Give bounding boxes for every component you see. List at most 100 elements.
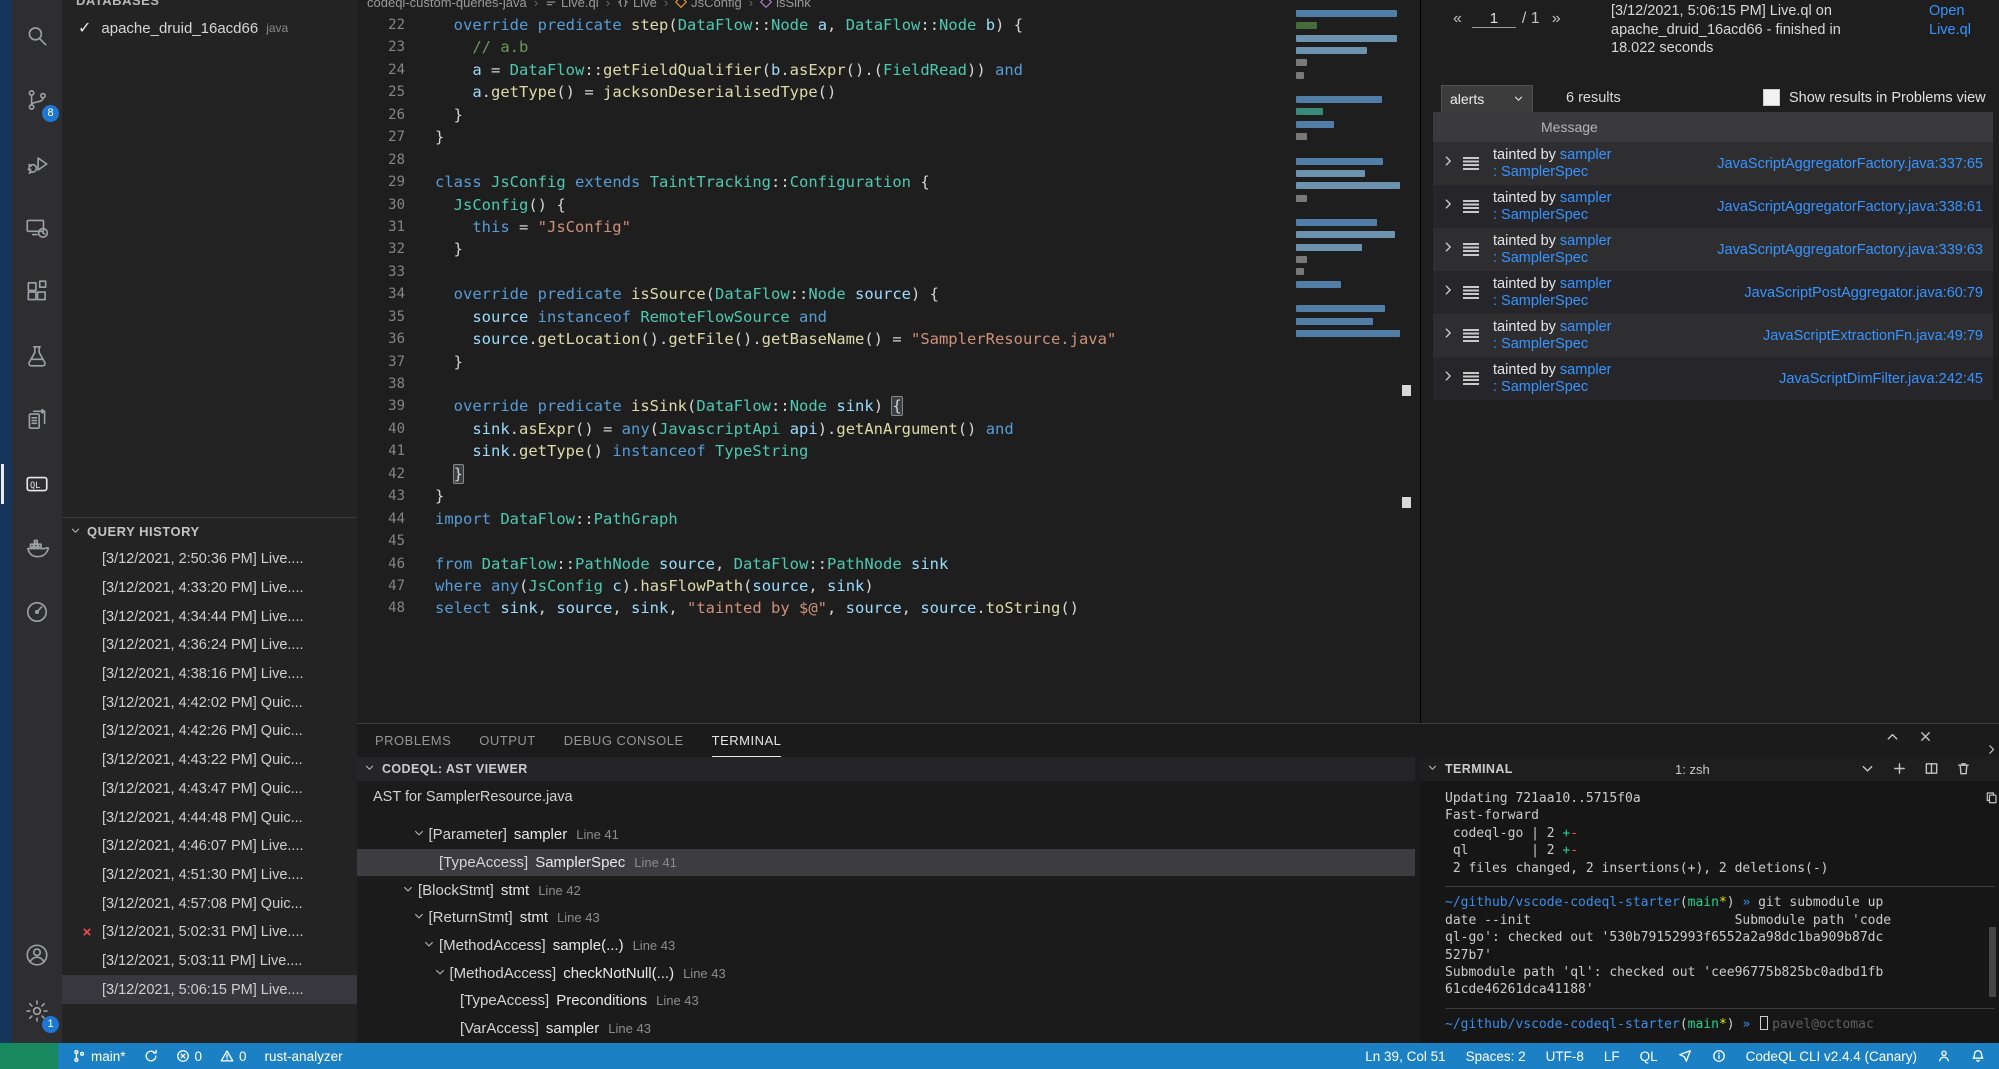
query-history-item[interactable]: [3/12/2021, 4:42:02 PM] Quic... <box>62 688 357 717</box>
terminal-output[interactable]: Updating 721aa10..5715f0aFast-forward co… <box>1445 790 1985 1033</box>
chevron-down-icon[interactable] <box>413 826 429 843</box>
terminal-panel[interactable]: TERMINAL 1: zsh Updating 721aa10..5715f0… <box>1420 757 1999 1044</box>
query-history-item[interactable]: [3/12/2021, 4:34:44 PM] Live.... <box>62 602 357 631</box>
alert-row[interactable]: tainted by sampler: SamplerSpecJavaScrip… <box>1433 185 1993 228</box>
activity-item-codeql-icon[interactable]: QL <box>13 460 61 508</box>
alert-row[interactable]: tainted by sampler: SamplerSpecJavaScrip… <box>1433 314 1993 357</box>
query-history-item[interactable]: [3/12/2021, 4:36:24 PM] Live.... <box>62 631 357 660</box>
code-line[interactable]: 38 <box>357 373 1297 395</box>
chevron-right-icon[interactable] <box>1985 743 1998 761</box>
query-history-item[interactable]: [3/12/2021, 5:06:15 PM] Live.... <box>62 975 357 1004</box>
query-history-item[interactable]: [3/12/2021, 4:51:30 PM] Live.... <box>62 861 357 890</box>
message-link[interactable]: sampler <box>1560 276 1612 292</box>
ast-viewer-header[interactable]: CODEQL: AST VIEWER <box>357 757 1415 781</box>
query-history-item[interactable]: [3/12/2021, 5:03:11 PM] Live.... <box>62 947 357 976</box>
prev-page-button[interactable]: « <box>1449 10 1466 28</box>
code-line[interactable]: 22 override predicate step(DataFlow::Nod… <box>357 14 1297 36</box>
database-item[interactable]: ✓ apache_druid_16acd66 java <box>62 14 357 42</box>
message-link[interactable]: : SamplerSpec <box>1493 250 1588 266</box>
code-line[interactable]: 32 } <box>357 238 1297 260</box>
message-link[interactable]: sampler <box>1560 362 1612 378</box>
minimap[interactable] <box>1296 8 1402 388</box>
panel-tab-terminal[interactable]: TERMINAL <box>712 724 782 757</box>
code-line[interactable]: 48select sink, source, sink, "tainted by… <box>357 597 1297 619</box>
activity-item-source-control-icon[interactable]: 8 <box>13 76 61 124</box>
alert-row[interactable]: tainted by sampler: SamplerSpecJavaScrip… <box>1433 228 1993 271</box>
panel-tab-problems[interactable]: PROBLEMS <box>375 724 451 757</box>
message-link[interactable]: : SamplerSpec <box>1493 293 1588 309</box>
chevron-up-icon[interactable] <box>1885 729 1900 749</box>
code-line[interactable]: 24 a = DataFlow::getFieldQualifier(b.asE… <box>357 59 1297 81</box>
sync-button[interactable] <box>144 1049 158 1063</box>
split-terminal-icon[interactable] <box>1924 761 1939 779</box>
panel-tab-debug-console[interactable]: DEBUG CONSOLE <box>564 724 684 757</box>
chevron-right-icon[interactable] <box>1433 240 1463 259</box>
chevron-down-icon[interactable] <box>1860 761 1875 779</box>
code-line[interactable]: 28 <box>357 149 1297 171</box>
indentation[interactable]: Spaces: 2 <box>1466 1049 1526 1064</box>
query-history-item[interactable]: [3/12/2021, 4:44:48 PM] Quic... <box>62 803 357 832</box>
breadcrumb-item[interactable]: Live <box>617 0 657 10</box>
message-link[interactable]: sampler <box>1560 190 1612 206</box>
activity-item-remote-explorer-icon[interactable] <box>13 204 61 252</box>
location-link[interactable]: JavaScriptAggregatorFactory.java:337:65 <box>1663 156 1993 172</box>
alert-row[interactable]: tainted by sampler: SamplerSpecJavaScrip… <box>1433 142 1993 185</box>
message-link[interactable]: : SamplerSpec <box>1493 207 1588 223</box>
message-link[interactable]: : SamplerSpec <box>1493 379 1588 395</box>
code-line[interactable]: 37 } <box>357 351 1297 373</box>
activity-item-docker-icon[interactable] <box>13 524 61 572</box>
open-query-link[interactable]: Open Live.ql <box>1929 2 1991 40</box>
location-link[interactable]: JavaScriptDimFilter.java:242:45 <box>1663 371 1993 387</box>
location-link[interactable]: JavaScriptPostAggregator.java:60:79 <box>1663 285 1993 301</box>
code-line[interactable]: 45 <box>357 530 1297 552</box>
query-history-item[interactable]: [3/12/2021, 4:33:20 PM] Live.... <box>62 574 357 603</box>
code-editor[interactable]: codeql-custom-queries-java›Live.ql›Live›… <box>357 0 1415 723</box>
chevron-down-icon[interactable] <box>402 882 418 899</box>
location-link[interactable]: JavaScriptAggregatorFactory.java:339:63 <box>1663 242 1993 258</box>
location-link[interactable]: JavaScriptExtractionFn.java:49:79 <box>1663 328 1993 344</box>
query-history-item[interactable]: ×[3/12/2021, 5:02:31 PM] Live.... <box>62 918 357 947</box>
panel-tab-output[interactable]: OUTPUT <box>479 724 535 757</box>
language-mode[interactable]: QL <box>1640 1049 1658 1064</box>
terminal-shell-selector[interactable]: 1: zsh <box>1675 762 1710 777</box>
branch-indicator[interactable]: main* <box>72 1049 126 1064</box>
info-button[interactable] <box>1712 1049 1726 1063</box>
location-link[interactable]: JavaScriptAggregatorFactory.java:338:61 <box>1663 199 1993 215</box>
code-line[interactable]: 44import DataFlow::PathGraph <box>357 508 1297 530</box>
breadcrumb-item[interactable]: JsConfig <box>675 0 742 10</box>
code-line[interactable]: 47where any(JsConfig c).hasFlowPath(sour… <box>357 575 1297 597</box>
ast-node[interactable]: [MethodAccess]checkNotNull(...)Line 43 <box>357 959 1415 987</box>
query-history-item[interactable]: [3/12/2021, 4:38:16 PM] Live.... <box>62 660 357 689</box>
activity-item-extensions-icon[interactable] <box>13 268 61 316</box>
next-page-button[interactable]: » <box>1548 10 1565 28</box>
code-line[interactable]: 29class JsConfig extends TaintTracking::… <box>357 171 1297 193</box>
breadcrumb-item[interactable]: Live.ql <box>545 0 599 10</box>
copy-pages-icon[interactable] <box>1985 791 1998 809</box>
message-link[interactable]: sampler <box>1560 319 1612 335</box>
query-history-item[interactable]: [3/12/2021, 4:43:22 PM] Quic... <box>62 746 357 775</box>
cursor-position[interactable]: Ln 39, Col 51 <box>1365 1049 1445 1064</box>
activity-item-search-icon[interactable] <box>13 12 61 60</box>
new-terminal-icon[interactable] <box>1892 761 1907 779</box>
message-link[interactable]: sampler <box>1560 233 1612 249</box>
rust-analyzer-status[interactable]: rust-analyzer <box>265 1049 343 1064</box>
alert-row[interactable]: tainted by sampler: SamplerSpecJavaScrip… <box>1433 271 1993 314</box>
alert-row[interactable]: tainted by sampler: SamplerSpecJavaScrip… <box>1433 357 1993 400</box>
query-history-item[interactable]: [3/12/2021, 4:43:47 PM] Quic... <box>62 775 357 804</box>
breadcrumb[interactable]: codeql-custom-queries-java›Live.ql›Live›… <box>367 0 811 11</box>
code-line[interactable]: 26 } <box>357 104 1297 126</box>
chevron-right-icon[interactable] <box>1433 369 1463 388</box>
code-line[interactable]: 27} <box>357 126 1297 148</box>
code-line[interactable]: 43} <box>357 485 1297 507</box>
ast-node[interactable]: [ReturnStmt]stmtLine 43 <box>357 904 1415 932</box>
ast-node[interactable]: [VarAccess]samplerLine 43 <box>357 1015 1415 1043</box>
chevron-right-icon[interactable] <box>1433 283 1463 302</box>
ast-node[interactable]: [BlockStmt]stmtLine 42 <box>357 876 1415 904</box>
message-link[interactable]: : SamplerSpec <box>1493 164 1588 180</box>
activity-item-query-history-icon[interactable] <box>13 396 61 444</box>
ast-node[interactable]: [Parameter]samplerLine 41 <box>357 821 1415 849</box>
remote-indicator[interactable] <box>0 1043 58 1069</box>
query-history-item[interactable]: [3/12/2021, 4:46:07 PM] Live.... <box>62 832 357 861</box>
query-history-item[interactable]: [3/12/2021, 4:42:26 PM] Quic... <box>62 717 357 746</box>
show-results-checkbox[interactable] <box>1763 89 1780 106</box>
